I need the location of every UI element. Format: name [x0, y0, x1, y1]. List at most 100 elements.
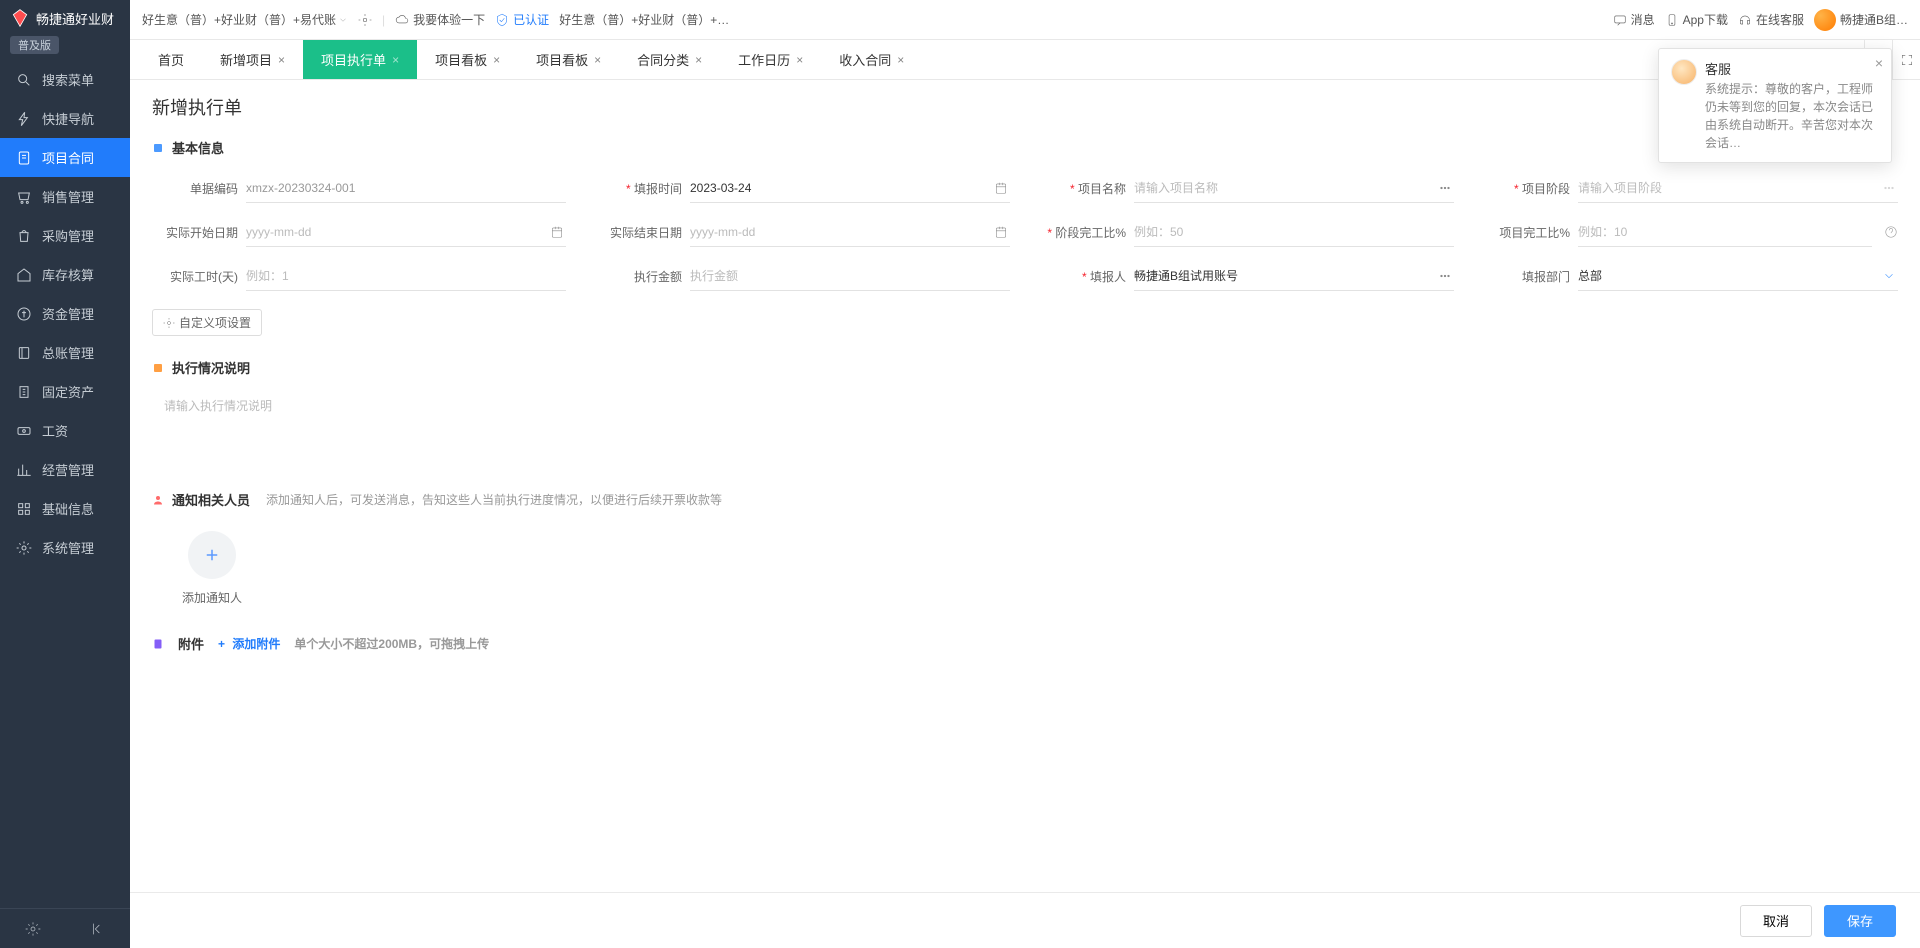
close-icon[interactable]: × [695, 53, 702, 67]
more-icon[interactable] [1882, 181, 1896, 195]
popover-message: 系统提示：尊敬的客户，工程师仍未等到您的回复，本次会话已由系统自动断开。辛苦您对… [1705, 80, 1879, 152]
experience-text: 我要体验一下 [413, 11, 485, 28]
popover-title: 客服 [1705, 59, 1879, 78]
gear-icon[interactable] [358, 13, 372, 27]
settings-button[interactable] [0, 909, 65, 948]
label-reporter: 填报人 [1040, 268, 1126, 285]
product-selector[interactable]: 好生意（普）+好业财（普）+易代账 [142, 11, 348, 28]
collapse-icon [90, 921, 106, 937]
nav-funds[interactable]: 资金管理 [0, 294, 130, 333]
tab-board-2[interactable]: 项目看板× [518, 40, 619, 79]
nav-salary[interactable]: 工资 [0, 411, 130, 450]
online-service-link[interactable]: 在线客服 [1738, 11, 1804, 28]
search-icon [16, 72, 32, 88]
nav-label: 系统管理 [42, 538, 94, 557]
help-icon[interactable] [1884, 225, 1898, 239]
nav-biz[interactable]: 经营管理 [0, 450, 130, 489]
add-attachment-link[interactable]: + 添加附件 [218, 635, 280, 652]
stage-pct-input[interactable] [1134, 225, 1454, 239]
tab-fullscreen[interactable] [1892, 40, 1920, 79]
nav-inventory[interactable]: 库存核算 [0, 255, 130, 294]
end-date-input[interactable] [690, 225, 1010, 239]
cart-icon [16, 189, 32, 205]
sidebar-bottom [0, 908, 130, 948]
amount-input[interactable] [690, 269, 1010, 283]
start-date-input[interactable] [246, 225, 566, 239]
add-person-button[interactable] [188, 531, 236, 579]
tab-income-contract[interactable]: 收入合同 × [821, 40, 922, 79]
work-days-input[interactable] [246, 269, 566, 283]
popover-close[interactable]: × [1875, 55, 1883, 71]
section-icon [152, 362, 164, 374]
tab-contract-type[interactable]: 合同分类× [619, 40, 720, 79]
tab-board-1[interactable]: 项目看板 × [417, 40, 518, 79]
service-popover: × 客服 系统提示：尊敬的客户，工程师仍未等到您的回复，本次会话已由系统自动断开… [1658, 48, 1892, 163]
page-title: 新增执行单 [152, 94, 1898, 120]
chevron-down-icon[interactable] [1882, 269, 1896, 283]
nav-label: 固定资产 [42, 382, 94, 401]
close-icon[interactable]: × [897, 53, 904, 67]
collapse-button[interactable] [65, 909, 130, 948]
tab-label: 首页 [158, 50, 184, 69]
tab-home[interactable]: 首页 [140, 40, 202, 79]
label-proj-pct: 项目完工比% [1484, 224, 1570, 241]
tab-calendar[interactable]: 工作日历× [720, 40, 821, 79]
building-icon [16, 384, 32, 400]
tab-label: 项目看板 [435, 50, 487, 69]
experience-link[interactable]: 我要体验一下 [395, 11, 485, 28]
attachment-section: 附件 + 添加附件 单个大小不超过200MB，可拖拽上传 [152, 634, 1898, 653]
nav-search[interactable]: 搜索菜单 [0, 60, 130, 99]
bolt-icon [16, 111, 32, 127]
nav-purchase[interactable]: 采购管理 [0, 216, 130, 255]
attach-add-text: 添加附件 [232, 635, 280, 652]
nav-list: 搜索菜单 快捷导航 项目合同 销售管理 采购管理 库存核算 资金管理 总账管理 … [0, 60, 130, 908]
topbar: 好生意（普）+好业财（普）+易代账 | 我要体验一下 已认证 好生意（普）+好业… [130, 0, 1920, 40]
nav-ledger[interactable]: 总账管理 [0, 333, 130, 372]
nav-label: 搜索菜单 [42, 70, 94, 89]
cancel-button[interactable]: 取消 [1740, 905, 1812, 937]
close-icon[interactable]: × [392, 53, 399, 67]
section-icon [152, 142, 164, 154]
proj-stage-input[interactable] [1578, 181, 1898, 195]
fill-time-input[interactable] [690, 181, 1010, 195]
more-icon[interactable] [1438, 269, 1452, 283]
doc-no-input[interactable] [246, 181, 566, 195]
user-menu[interactable]: 畅捷通B组… [1814, 9, 1908, 31]
more-icon[interactable] [1438, 181, 1452, 195]
tab-label: 项目执行单 [321, 50, 386, 69]
tab-new-project[interactable]: 新增项目× [202, 40, 303, 79]
nav-basic[interactable]: 基础信息 [0, 489, 130, 528]
nav-project-contract[interactable]: 项目合同 [0, 138, 130, 177]
grid-icon [16, 501, 32, 517]
save-button[interactable]: 保存 [1824, 905, 1896, 937]
service-text: 在线客服 [1756, 11, 1804, 28]
calendar-icon[interactable] [550, 225, 564, 239]
label-proj-name: 项目名称 [1040, 180, 1126, 197]
dept-input[interactable] [1578, 269, 1898, 283]
custom-fields-button[interactable]: 自定义项设置 [152, 309, 262, 336]
tab-label: 收入合同 [839, 50, 891, 69]
nav-assets[interactable]: 固定资产 [0, 372, 130, 411]
nav-quick[interactable]: 快捷导航 [0, 99, 130, 138]
exec-desc-section: 执行情况说明 请输入执行情况说明 [152, 358, 1898, 468]
calendar-icon[interactable] [994, 225, 1008, 239]
close-icon[interactable]: × [278, 53, 285, 67]
tab-exec-order[interactable]: 项目执行单 × [303, 40, 417, 79]
nav-label: 资金管理 [42, 304, 94, 323]
calendar-icon[interactable] [994, 181, 1008, 195]
nav-label: 工资 [42, 421, 68, 440]
nav-system[interactable]: 系统管理 [0, 528, 130, 567]
close-icon[interactable]: × [594, 53, 601, 67]
reporter-input[interactable] [1134, 269, 1454, 283]
close-icon[interactable]: × [796, 53, 803, 67]
close-icon[interactable]: × [493, 53, 500, 67]
exec-desc-textarea[interactable]: 请输入执行情况说明 [152, 393, 1898, 418]
app-download-link[interactable]: App下载 [1665, 11, 1728, 28]
proj-name-input[interactable] [1134, 181, 1454, 195]
nav-sales[interactable]: 销售管理 [0, 177, 130, 216]
proj-pct-input[interactable] [1578, 225, 1872, 239]
home-icon [16, 267, 32, 283]
messages-link[interactable]: 消息 [1613, 11, 1655, 28]
section-hint: 添加通知人后，可发送消息，告知这些人当前执行进度情况，以便进行后续开票收款等 [266, 491, 722, 508]
verified-badge[interactable]: 已认证 [495, 11, 549, 28]
